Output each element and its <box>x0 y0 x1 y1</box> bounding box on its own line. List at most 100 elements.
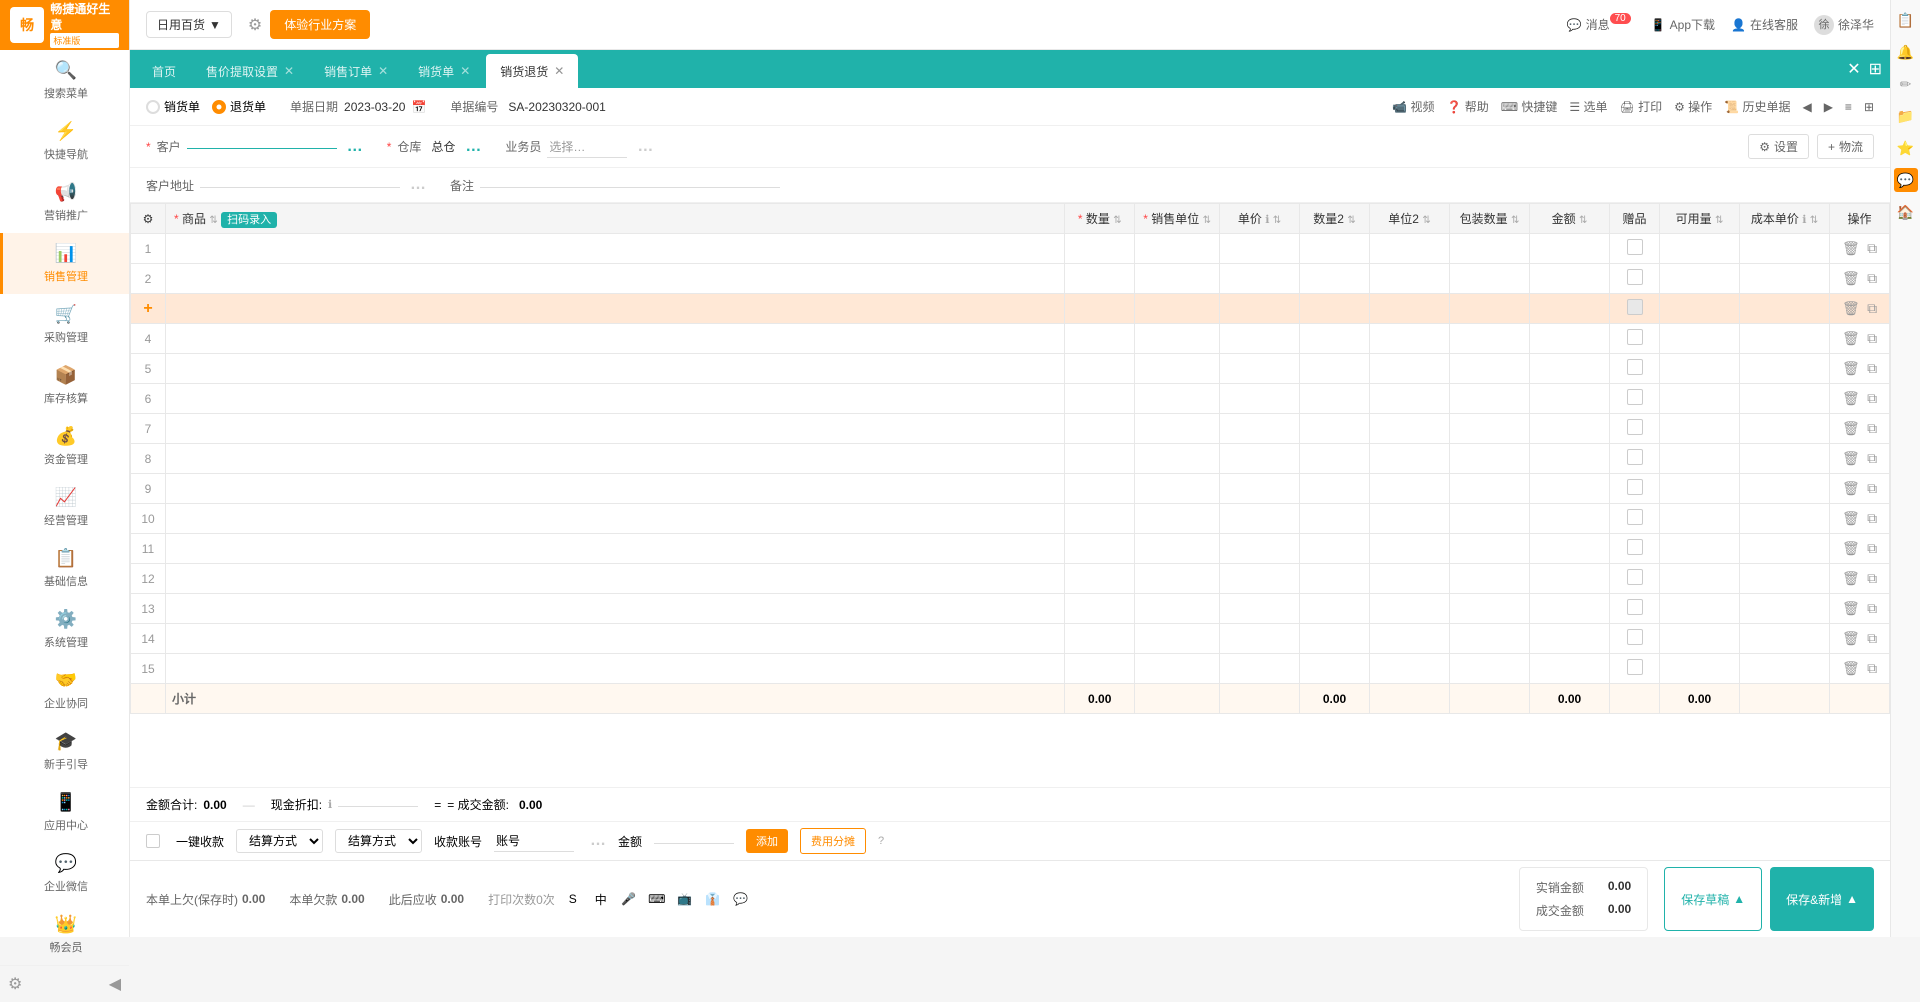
tab-sell-setting[interactable]: 售价提取设置 ✕ <box>192 54 308 88</box>
tool-icon-1[interactable]: S <box>563 889 583 909</box>
row-cost-4[interactable] <box>1740 324 1830 354</box>
row-amount-5[interactable] <box>1530 354 1610 384</box>
calendar-icon[interactable]: 📅 <box>411 100 426 114</box>
sort-qty2-icon[interactable]: ⇅ <box>1347 215 1355 226</box>
tool-icon-4[interactable]: ⌨ <box>647 889 667 909</box>
delete-row-14[interactable]: 🗑 <box>1842 630 1860 646</box>
row-gift-11[interactable] <box>1610 534 1660 564</box>
row-pack-3[interactable] <box>1450 294 1530 324</box>
right-icon-1[interactable]: 📋 <box>1894 8 1918 32</box>
row-qty2-11[interactable] <box>1300 534 1370 564</box>
fee-split-btn[interactable]: 费用分摊 <box>800 828 866 854</box>
row-gift-12[interactable] <box>1610 564 1660 594</box>
row-goods-6[interactable] <box>166 384 1065 414</box>
row-price-4[interactable] <box>1220 324 1300 354</box>
row-avail-4[interactable] <box>1660 324 1740 354</box>
delete-row-13[interactable]: 🗑 <box>1842 600 1860 616</box>
view-detail-icon[interactable]: ⊞ <box>1864 100 1874 114</box>
sidebar-item-purchase[interactable]: 🛒 采购管理 <box>0 294 129 355</box>
select-link[interactable]: ☰ 选单 <box>1569 98 1607 115</box>
note-input[interactable] <box>480 183 780 188</box>
row-cost-5[interactable] <box>1740 354 1830 384</box>
row-goods-8[interactable] <box>166 444 1065 474</box>
row-qty-7[interactable] <box>1065 414 1135 444</box>
nav-prev-icon[interactable]: ◀ <box>1802 100 1811 114</box>
row-goods-12[interactable] <box>166 564 1065 594</box>
settings-gear-icon[interactable]: ⚙ <box>248 15 262 35</box>
row-qty-9[interactable] <box>1065 474 1135 504</box>
row-unit-14[interactable] <box>1135 624 1220 654</box>
row-qty-11[interactable] <box>1065 534 1135 564</box>
sidebar-item-search[interactable]: 🔍 搜索菜单 <box>0 50 129 111</box>
delete-row-7[interactable]: 🗑 <box>1842 420 1860 436</box>
nav-next-icon[interactable]: ▶ <box>1824 100 1833 114</box>
row-price-3[interactable] <box>1220 294 1300 324</box>
row-avail-15[interactable] <box>1660 654 1740 684</box>
right-icon-6[interactable]: 💬 <box>1894 168 1918 192</box>
row-price-2[interactable] <box>1220 264 1300 294</box>
row-goods-11[interactable] <box>166 534 1065 564</box>
right-icon-4[interactable]: 📁 <box>1894 104 1918 128</box>
row-pack-7[interactable] <box>1450 414 1530 444</box>
print-link[interactable]: 🖨 打印 <box>1620 98 1663 115</box>
row-unit-5[interactable] <box>1135 354 1220 384</box>
account-dots[interactable]: … <box>590 832 606 850</box>
row-qty2-10[interactable] <box>1300 504 1370 534</box>
row-pack-5[interactable] <box>1450 354 1530 384</box>
row-unit2-4[interactable] <box>1370 324 1450 354</box>
calc-method-select[interactable]: 结算方式 <box>335 829 422 853</box>
row-avail-1[interactable] <box>1660 234 1740 264</box>
row-unit2-10[interactable] <box>1370 504 1450 534</box>
row-avail-6[interactable] <box>1660 384 1740 414</box>
industry-select[interactable]: 日用百货 ▼ <box>146 11 232 38</box>
delete-row-12[interactable]: 🗑 <box>1842 570 1860 586</box>
customer-select-btn[interactable]: … <box>347 138 363 156</box>
row-unit-12[interactable] <box>1135 564 1220 594</box>
account-input[interactable]: 账号 <box>494 830 574 852</box>
row-qty-12[interactable] <box>1065 564 1135 594</box>
row-cost-1[interactable] <box>1740 234 1830 264</box>
row-qty-2[interactable] <box>1065 264 1135 294</box>
sidebar-item-newuser[interactable]: 🎓 新手引导 <box>0 721 129 782</box>
online-service-item[interactable]: 👤 在线客服 <box>1731 16 1798 33</box>
help-link[interactable]: ❓ 帮助 <box>1446 98 1488 115</box>
row-goods-3[interactable] <box>166 294 1065 324</box>
row-cost-13[interactable] <box>1740 594 1830 624</box>
copy-row-1[interactable]: ⧉ <box>1867 240 1877 256</box>
row-price-13[interactable] <box>1220 594 1300 624</box>
row-avail-2[interactable] <box>1660 264 1740 294</box>
row-amount-12[interactable] <box>1530 564 1610 594</box>
staff-input[interactable]: 选择… <box>547 136 627 158</box>
row-gift-4[interactable] <box>1610 324 1660 354</box>
copy-row-9[interactable]: ⧉ <box>1867 480 1877 496</box>
sort-qty-icon[interactable]: ⇅ <box>1113 215 1121 226</box>
row-gift-7[interactable] <box>1610 414 1660 444</box>
sort-price-icon[interactable]: ⇅ <box>1273 215 1281 226</box>
row-unit-15[interactable] <box>1135 654 1220 684</box>
row-price-10[interactable] <box>1220 504 1300 534</box>
scan-btn[interactable]: 扫码录入 <box>221 212 277 228</box>
row-pack-2[interactable] <box>1450 264 1530 294</box>
tab-expand-icon[interactable]: ⊞ <box>1869 59 1882 79</box>
tool-icon-6[interactable]: 👔 <box>703 889 723 909</box>
row-gift-5[interactable] <box>1610 354 1660 384</box>
row-cost-7[interactable] <box>1740 414 1830 444</box>
save-draft-button[interactable]: 保存草稿 ▲ <box>1664 867 1762 931</box>
sidebar-item-vip[interactable]: 👑 畅会员 <box>0 904 129 965</box>
row-unit2-5[interactable] <box>1370 354 1450 384</box>
sidebar-item-appstore[interactable]: 📱 应用中心 <box>0 782 129 843</box>
fee-info-icon[interactable]: ? <box>878 835 884 847</box>
copy-row-2[interactable]: ⧉ <box>1867 270 1877 286</box>
save-new-button[interactable]: 保存&新增 ▲ <box>1770 867 1874 931</box>
wuliu-button[interactable]: + 物流 <box>1817 134 1874 159</box>
row-unit2-11[interactable] <box>1370 534 1450 564</box>
row-unit2-7[interactable] <box>1370 414 1450 444</box>
row-gift-14[interactable] <box>1610 624 1660 654</box>
row-qty-13[interactable] <box>1065 594 1135 624</box>
customer-input[interactable] <box>187 144 337 149</box>
row-price-5[interactable] <box>1220 354 1300 384</box>
row-unit-1[interactable] <box>1135 234 1220 264</box>
row-unit2-14[interactable] <box>1370 624 1450 654</box>
row-goods-4[interactable] <box>166 324 1065 354</box>
row-goods-13[interactable] <box>166 594 1065 624</box>
